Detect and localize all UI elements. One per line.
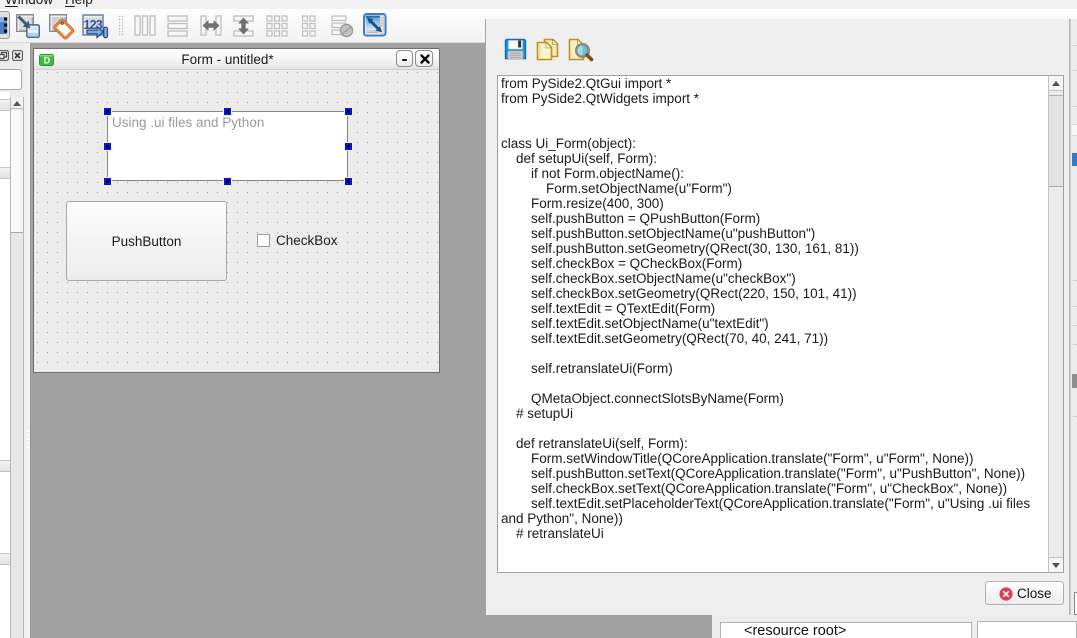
svg-text:D: D [44, 56, 51, 66]
